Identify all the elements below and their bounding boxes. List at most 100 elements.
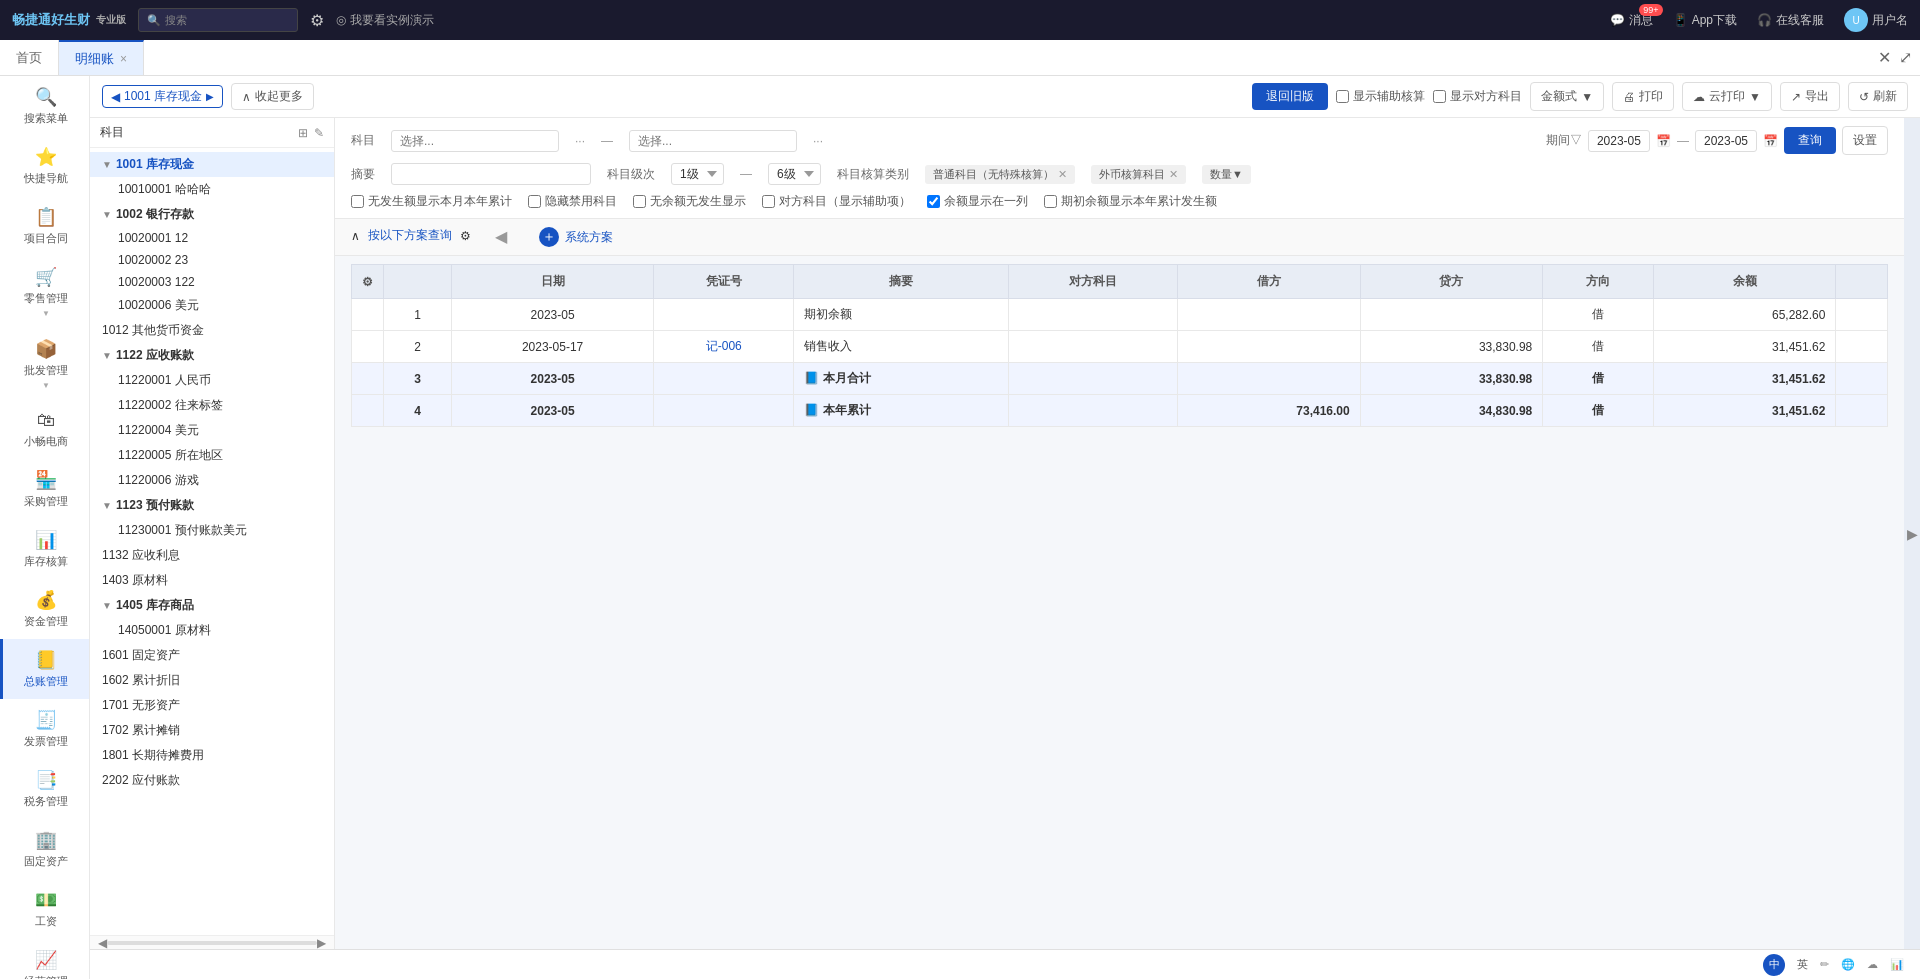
settings-icon[interactable]: ⚙ [310,11,324,30]
checkbox-opening-balance-input[interactable] [1044,195,1057,208]
tab-maximize-icon[interactable]: ⤢ [1899,48,1912,67]
nav-item-salary[interactable]: 💵 工资 [0,879,89,939]
app-download-btn[interactable]: 📱 App下载 [1673,12,1737,29]
account-selector[interactable]: ◀ 1001 库存现金 ▶ [102,85,223,108]
nav-item-wholesale[interactable]: 📦 批发管理 ▼ [0,328,89,400]
settings-col-icon[interactable]: ⚙ [362,275,373,289]
show-contra-checkbox[interactable] [1433,90,1446,103]
tree-item-1801[interactable]: 1801 长期待摊费用 [90,743,334,768]
voucher-link[interactable]: 记-006 [706,339,742,353]
period-calendar-icon-1[interactable]: 📅 [1656,134,1671,148]
tree-item-2202[interactable]: 2202 应付账款 [90,768,334,793]
query-btn[interactable]: 查询 [1784,127,1836,154]
globe-status-icon[interactable]: 🌐 [1841,958,1855,971]
table-row[interactable]: 32023-05📘 本月合计33,830.98借31,451.62 [352,363,1888,395]
edit-status-icon[interactable]: ✏ [1820,958,1829,971]
tree-item-14050001[interactable]: 14050001 原材料 [90,618,334,643]
tree-item-1012[interactable]: 1012 其他货币资金 [90,318,334,343]
tree-item-1122[interactable]: ▼ 1122 应收账款 [90,343,334,368]
period-calendar-icon-2[interactable]: 📅 [1763,134,1778,148]
table-row[interactable]: 12023-05期初余额借65,282.60 [352,299,1888,331]
export-btn[interactable]: ↗ 导出 [1780,82,1840,111]
nav-item-capital[interactable]: 💰 资金管理 [0,579,89,639]
online-service-btn[interactable]: 🎧 在线客服 [1757,12,1824,29]
notification-btn[interactable]: 💬 消息 99+ [1610,12,1653,29]
tree-item-10020001[interactable]: 10020001 12 [90,227,334,249]
settings-btn[interactable]: 设置 [1842,126,1888,155]
query-collapse-icon[interactable]: ◀ [495,227,507,246]
tree-item-1132[interactable]: 1132 应收利息 [90,543,334,568]
print-btn[interactable]: 🖨 打印 [1612,82,1674,111]
show-aux-checkbox[interactable] [1336,90,1349,103]
scroll-right-icon[interactable]: ▶ [317,936,326,950]
tag-quantity[interactable]: 数量▼ [1202,165,1251,184]
amount-format-btn[interactable]: 金额式 ▼ [1530,82,1604,111]
nav-item-project[interactable]: 📋 项目合同 [0,196,89,256]
nav-item-general[interactable]: 📒 总账管理 [0,639,89,699]
nav-item-inventory[interactable]: 📊 库存核算 [0,519,89,579]
tree-item-10010001[interactable]: 10010001 哈哈哈 [90,177,334,202]
tab-close-icon[interactable]: × [120,52,127,66]
tree-item-11220006[interactable]: 11220006 游戏 [90,468,334,493]
query-settings-icon[interactable]: ⚙ [460,229,471,243]
nav-item-purchase[interactable]: 🏪 采购管理 [0,459,89,519]
checkbox-balance-col-input[interactable] [927,195,940,208]
scroll-left-icon[interactable]: ◀ [98,936,107,950]
tree-item-1123[interactable]: ▼ 1123 预付账款 [90,493,334,518]
refresh-btn[interactable]: ↺ 刷新 [1848,82,1908,111]
level-to-select[interactable]: 6级 [768,163,821,185]
tree-item-10020006[interactable]: 10020006 美元 [90,293,334,318]
tree-item-11220002[interactable]: 11220002 往来标签 [90,393,334,418]
tab-home[interactable]: 首页 [0,40,59,75]
tree-item-1702[interactable]: 1702 累计摊销 [90,718,334,743]
nav-item-fixed[interactable]: 🏢 固定资产 [0,819,89,879]
nav-item-retail[interactable]: 🛒 零售管理 ▼ [0,256,89,328]
scheme-circle-btn[interactable]: ＋ [539,227,559,247]
expand-btn[interactable]: ∧ 收起更多 [231,83,314,110]
subject-filter-input-2[interactable] [629,130,797,152]
tree-item-1405[interactable]: ▼ 1405 库存商品 [90,593,334,618]
demo-link[interactable]: ◎ 我要看实例演示 [336,12,434,29]
checkbox-hide-disabled-input[interactable] [528,195,541,208]
level-from-select[interactable]: 1级 [671,163,724,185]
checkbox-show-contra-input[interactable] [762,195,775,208]
tree-item-1601[interactable]: 1601 固定资产 [90,643,334,668]
user-avatar-btn[interactable]: U 用户名 [1844,8,1908,32]
edit-icon[interactable]: ✎ [314,126,324,140]
period-to[interactable]: 2023-05 [1695,130,1757,152]
lang-cn-btn[interactable]: 中 [1763,954,1785,976]
nav-item-shortcut[interactable]: ⭐ 快捷导航 [0,136,89,196]
tab-detail[interactable]: 明细账 × [59,40,144,75]
right-collapse-btn[interactable]: ▶ [1904,118,1920,949]
tree-item-11220001[interactable]: 11220001 人民币 [90,368,334,393]
checkbox-no-balance2-input[interactable] [633,195,646,208]
subject-filter-input[interactable] [391,130,559,152]
chart-status-icon[interactable]: 📊 [1890,958,1904,971]
tree-item-10020002[interactable]: 10020002 23 [90,249,334,271]
table-row[interactable]: 42023-05📘 本年累计73,416.0034,830.98借31,451.… [352,395,1888,427]
grid-icon[interactable]: ⊞ [298,126,308,140]
checkbox-no-balance-input[interactable] [351,195,364,208]
nav-item-invoice[interactable]: 🧾 发票管理 [0,699,89,759]
tree-item-11230001[interactable]: 11230001 预付账款美元 [90,518,334,543]
tree-item-1403[interactable]: 1403 原材料 [90,568,334,593]
tree-item-1001[interactable]: ▼ 1001 库存现金 [90,152,334,177]
nav-item-ecommerce[interactable]: 🛍 小畅电商 [0,400,89,459]
tag-normal-close-icon[interactable]: ✕ [1058,168,1067,181]
tree-item-11220004[interactable]: 11220004 美元 [90,418,334,443]
nav-item-search[interactable]: 🔍 搜索菜单 [0,76,89,136]
lang-en-btn[interactable]: 英 [1797,957,1808,972]
tree-item-1701[interactable]: 1701 无形资产 [90,693,334,718]
tree-item-11220005[interactable]: 11220005 所在地区 [90,443,334,468]
tree-item-10020003[interactable]: 10020003 122 [90,271,334,293]
table-cell[interactable]: 记-006 [654,331,794,363]
period-from[interactable]: 2023-05 [1588,130,1650,152]
query-expand-label[interactable]: 按以下方案查询 [368,227,452,244]
tree-item-1602[interactable]: 1602 累计折旧 [90,668,334,693]
back-old-btn[interactable]: 退回旧版 [1252,83,1328,110]
nav-item-operation[interactable]: 📈 经营管理 [0,939,89,979]
table-row[interactable]: 22023-05-17记-006销售收入33,830.98借31,451.62 [352,331,1888,363]
top-search[interactable]: 🔍 搜索 [138,8,298,32]
nav-item-tax[interactable]: 📑 税务管理 [0,759,89,819]
tag-foreign-close-icon[interactable]: ✕ [1169,168,1178,181]
